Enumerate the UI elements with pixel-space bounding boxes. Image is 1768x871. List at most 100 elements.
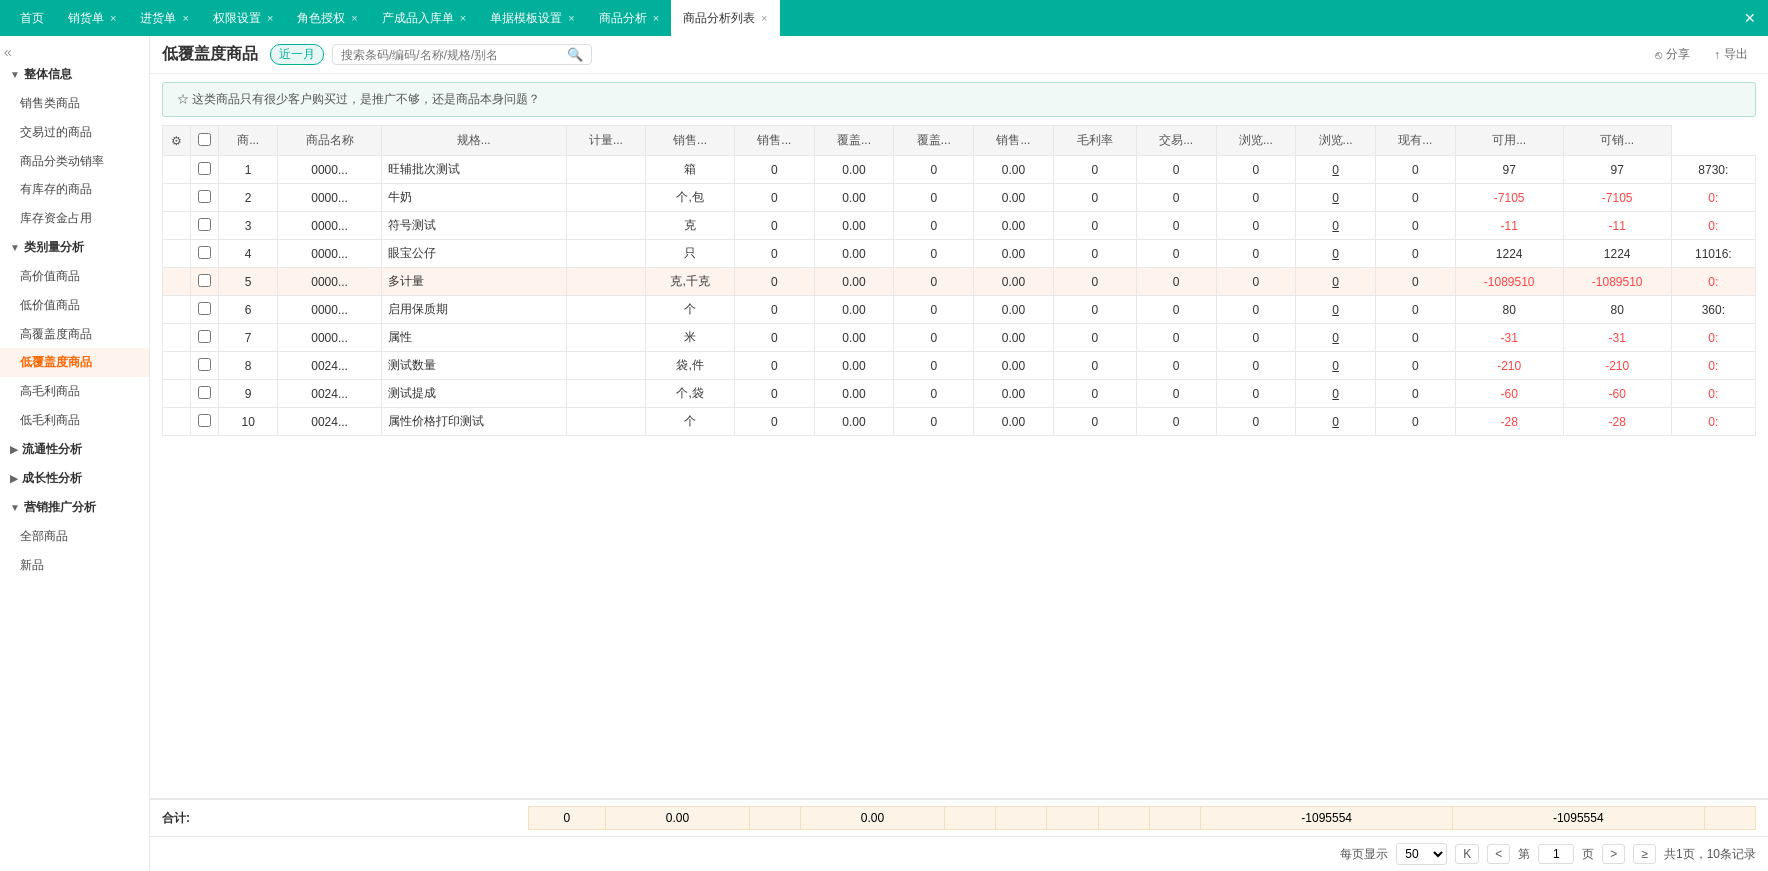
row-name[interactable]: 启用保质期 — [381, 296, 566, 324]
export-button[interactable]: ↑ 导出 — [1706, 44, 1756, 65]
col-coverage2[interactable]: 覆盖... — [894, 126, 974, 156]
row-checkbox[interactable] — [191, 352, 219, 380]
row-name[interactable]: 牛奶 — [381, 184, 566, 212]
col-sales-amt[interactable]: 销售... — [734, 126, 814, 156]
row-name[interactable]: 符号测试 — [381, 212, 566, 240]
tab-home[interactable]: 首页 — [8, 0, 56, 36]
col-code[interactable]: 商... — [219, 126, 278, 156]
tab-sales-order[interactable]: 销货单 × — [56, 0, 128, 36]
last-page-button[interactable]: ≥ — [1633, 844, 1656, 864]
close-icon[interactable]: × — [460, 13, 466, 24]
row-name[interactable]: 测试提成 — [381, 380, 566, 408]
sidebar-collapse-button[interactable]: « — [0, 44, 16, 60]
row-view1[interactable]: 0 — [1296, 212, 1376, 240]
row-gear[interactable] — [163, 240, 191, 268]
row-name[interactable]: 属性价格打印测试 — [381, 408, 566, 436]
close-icon[interactable]: × — [182, 13, 188, 24]
tab-template-settings[interactable]: 单据模板设置 × — [478, 0, 586, 36]
sidebar-section-overall[interactable]: ▼ 整体信息 — [0, 60, 149, 89]
sidebar-item-low-coverage[interactable]: 低覆盖度商品 — [0, 348, 149, 377]
tab-product-inbound[interactable]: 产成品入库单 × — [370, 0, 478, 36]
sidebar-item-new-products[interactable]: 新品 — [0, 551, 149, 580]
row-checkbox[interactable] — [191, 212, 219, 240]
row-gear[interactable] — [163, 380, 191, 408]
row-gear[interactable] — [163, 408, 191, 436]
row-checkbox[interactable] — [191, 240, 219, 268]
col-trade[interactable]: 交易... — [1136, 126, 1216, 156]
prev-page-button[interactable]: < — [1487, 844, 1510, 864]
first-page-button[interactable]: K — [1455, 844, 1479, 864]
row-checkbox[interactable] — [191, 156, 219, 184]
select-all-checkbox[interactable] — [198, 133, 211, 146]
row-checkbox[interactable] — [191, 408, 219, 436]
row-view1[interactable]: 0 — [1296, 352, 1376, 380]
col-current-stock[interactable]: 现有... — [1375, 126, 1455, 156]
col-check[interactable] — [191, 126, 219, 156]
row-gear[interactable] — [163, 212, 191, 240]
row-view1[interactable]: 0 — [1296, 268, 1376, 296]
sidebar-section-marketing-analysis[interactable]: ▼ 营销推广分析 — [0, 493, 149, 522]
tab-product-analysis-list[interactable]: 商品分析列表 × — [671, 0, 779, 36]
search-input[interactable] — [341, 48, 567, 62]
row-view1[interactable]: 0 — [1296, 296, 1376, 324]
col-sellable[interactable]: 可销... — [1563, 126, 1671, 156]
row-gear[interactable] — [163, 296, 191, 324]
col-view1[interactable]: 浏览... — [1216, 126, 1296, 156]
col-available-stock[interactable]: 可用... — [1455, 126, 1563, 156]
row-gear[interactable] — [163, 268, 191, 296]
row-checkbox[interactable] — [191, 268, 219, 296]
sidebar-item-low-value[interactable]: 低价值商品 — [0, 291, 149, 320]
row-name[interactable]: 眼宝公仔 — [381, 240, 566, 268]
sidebar-section-flow-analysis[interactable]: ▶ 流通性分析 — [0, 435, 149, 464]
close-icon[interactable]: × — [351, 13, 357, 24]
close-icon[interactable]: × — [761, 13, 767, 24]
row-view1[interactable]: 0 — [1296, 156, 1376, 184]
sidebar-item-category-turnover[interactable]: 商品分类动销率 — [0, 147, 149, 176]
close-all-tabs-icon[interactable]: ✕ — [1744, 10, 1756, 26]
page-input[interactable] — [1538, 844, 1574, 864]
sidebar-item-high-coverage[interactable]: 高覆盖度商品 — [0, 320, 149, 349]
row-gear[interactable] — [163, 352, 191, 380]
col-gear[interactable]: ⚙ — [163, 126, 191, 156]
col-unit[interactable]: 计量... — [566, 126, 646, 156]
close-icon[interactable]: × — [568, 13, 574, 24]
col-coverage1[interactable]: 覆盖... — [814, 126, 894, 156]
row-checkbox[interactable] — [191, 380, 219, 408]
row-view1[interactable]: 0 — [1296, 380, 1376, 408]
sidebar-item-high-value[interactable]: 高价值商品 — [0, 262, 149, 291]
share-button[interactable]: ⎋ 分享 — [1647, 44, 1698, 65]
sidebar-section-growth-analysis[interactable]: ▶ 成长性分析 — [0, 464, 149, 493]
row-gear[interactable] — [163, 184, 191, 212]
sidebar-item-in-stock-goods[interactable]: 有库存的商品 — [0, 175, 149, 204]
sidebar-item-sales-goods[interactable]: 销售类商品 — [0, 89, 149, 118]
col-spec[interactable]: 规格... — [381, 126, 566, 156]
tab-product-analysis[interactable]: 商品分析 × — [587, 0, 671, 36]
sidebar-item-high-profit[interactable]: 高毛利商品 — [0, 377, 149, 406]
date-tag[interactable]: 近一月 — [270, 44, 324, 65]
sidebar-item-stock-funds[interactable]: 库存资金占用 — [0, 204, 149, 233]
row-checkbox[interactable] — [191, 296, 219, 324]
per-page-select[interactable]: 50 100 200 — [1396, 843, 1447, 865]
tab-purchase-order[interactable]: 进货单 × — [128, 0, 200, 36]
row-checkbox[interactable] — [191, 324, 219, 352]
row-gear[interactable] — [163, 324, 191, 352]
row-gear[interactable] — [163, 156, 191, 184]
close-icon[interactable]: × — [653, 13, 659, 24]
row-checkbox[interactable] — [191, 184, 219, 212]
tab-role-auth[interactable]: 角色授权 × — [285, 0, 369, 36]
col-view2[interactable]: 浏览... — [1296, 126, 1376, 156]
col-sales-qty[interactable]: 销售... — [646, 126, 735, 156]
row-name[interactable]: 多计量 — [381, 268, 566, 296]
row-name[interactable]: 测试数量 — [381, 352, 566, 380]
row-name[interactable]: 属性 — [381, 324, 566, 352]
col-gross-margin[interactable]: 毛利率 — [1053, 126, 1136, 156]
close-icon[interactable]: × — [267, 13, 273, 24]
sidebar-item-all-goods[interactable]: 全部商品 — [0, 522, 149, 551]
row-name[interactable]: 旺辅批次测试 — [381, 156, 566, 184]
sidebar-item-low-profit[interactable]: 低毛利商品 — [0, 406, 149, 435]
row-view1[interactable]: 0 — [1296, 240, 1376, 268]
row-view1[interactable]: 0 — [1296, 408, 1376, 436]
sidebar-section-category-analysis[interactable]: ▼ 类别量分析 — [0, 233, 149, 262]
sidebar-item-traded-goods[interactable]: 交易过的商品 — [0, 118, 149, 147]
next-page-button[interactable]: > — [1602, 844, 1625, 864]
